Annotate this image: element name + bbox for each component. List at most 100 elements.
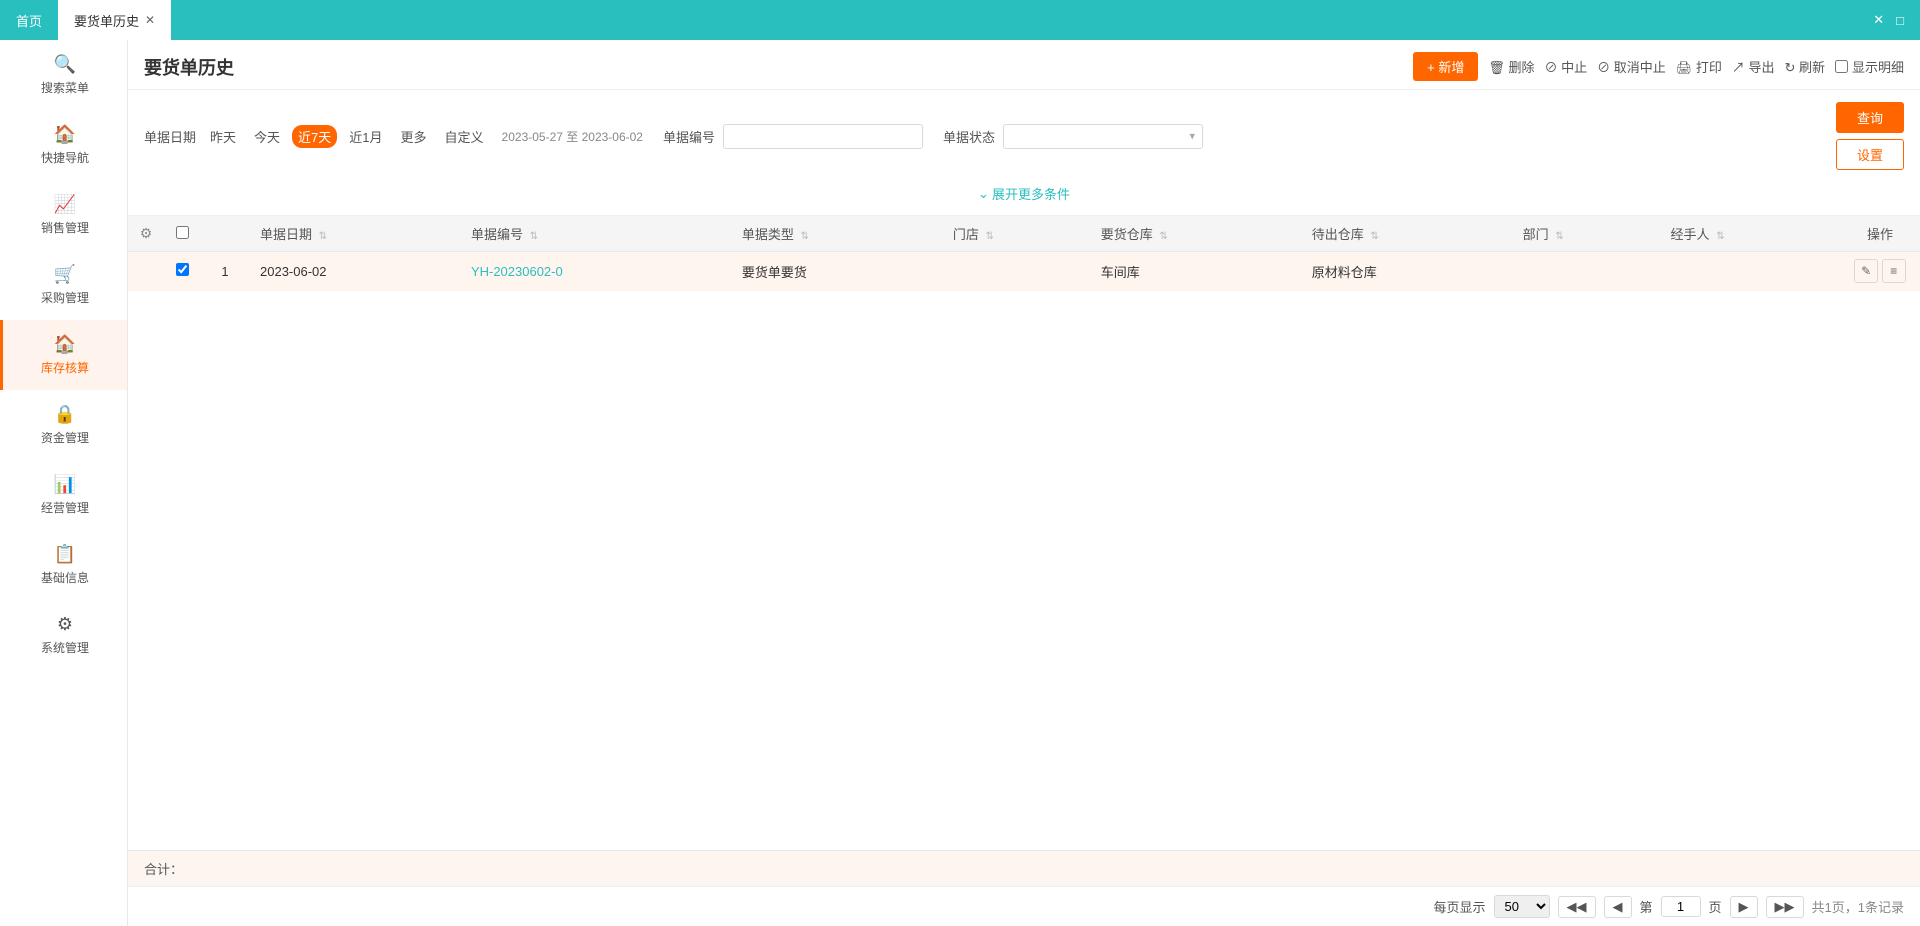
row-detail-icon[interactable]: ≡ (1882, 259, 1906, 283)
date-opt-custom[interactable]: 自定义 (439, 125, 490, 148)
row-reqwarehouse: 车间库 (1091, 252, 1302, 291)
tab-history-label: 要货单历史 (74, 11, 139, 30)
sidebar-item-basic[interactable]: 📋 基础信息 (0, 530, 127, 600)
row-handler (1661, 252, 1840, 291)
row-settings-cell (128, 252, 164, 291)
cancel-stop-button[interactable]: ⊘ 取消中止 (1597, 57, 1666, 76)
home-icon: 🏠 (54, 124, 76, 145)
show-detail-toggle[interactable]: 显示明细 (1835, 57, 1904, 76)
row-checkbox[interactable] (176, 263, 189, 276)
filter-row: 单据日期 昨天 今天 近7天 近1月 更多 自定义 2023-05-27 至 2… (144, 102, 1904, 170)
th-checkbox (164, 216, 200, 252)
date-filter-group: 单据日期 昨天 今天 近7天 近1月 更多 自定义 2023-05-27 至 2… (144, 125, 643, 148)
content-area: 要货单历史 + 新增 🗑 删除 ⊘ 中止 ⊘ 取消中止 🖨 打印 ↗ 导出 ↻ … (128, 40, 1920, 926)
basic-icon: 📋 (54, 544, 76, 565)
select-all-checkbox[interactable] (176, 226, 189, 239)
row-docno: YH-20230602-0 (461, 252, 732, 291)
date-filter-label: 单据日期 (144, 127, 196, 146)
window-maximize-icon[interactable]: □ (1896, 13, 1904, 28)
sort-handler-icon[interactable]: ⇅ (1716, 231, 1724, 242)
sort-pendingwarehouse-icon[interactable]: ⇅ (1370, 231, 1378, 242)
settings-button[interactable]: 设置 (1836, 139, 1904, 170)
status-select-wrapper (1003, 124, 1203, 149)
sort-docno-icon[interactable]: ⇅ (530, 231, 538, 242)
per-page-select[interactable]: 50 20 100 (1494, 895, 1550, 918)
toolbar: + 新增 🗑 删除 ⊘ 中止 ⊘ 取消中止 🖨 打印 ↗ 导出 ↻ 刷新 显示明… (1413, 52, 1904, 81)
sidebar-item-basic-label: 基础信息 (41, 569, 89, 586)
sidebar-item-purchase-label: 采购管理 (41, 289, 89, 306)
close-tab-icon[interactable]: ✕ (145, 13, 155, 27)
docno-input[interactable] (723, 124, 923, 149)
last-page-button[interactable]: ▶▶ (1766, 896, 1804, 918)
row-type: 要货单要货 (732, 252, 943, 291)
stop-button[interactable]: ⊘ 中止 (1544, 57, 1587, 76)
table-header-row: ⚙ 单据日期 ⇅ 单据编号 ⇅ (128, 216, 1920, 252)
filter-buttons: 查询 设置 (1836, 102, 1904, 170)
sidebar-item-search[interactable]: 🔍 搜索菜单 (0, 40, 127, 110)
first-page-button[interactable]: ◀◀ (1558, 896, 1596, 918)
sidebar-item-inventory[interactable]: 🏠 库存核算 (0, 320, 127, 390)
sidebar-item-operation[interactable]: 📊 经营管理 (0, 460, 127, 530)
print-button[interactable]: 🖨 打印 (1676, 57, 1722, 76)
th-type: 单据类型 ⇅ (732, 216, 943, 252)
expand-more-button[interactable]: ⌄ 展开更多条件 (978, 184, 1070, 203)
date-opt-more[interactable]: 更多 (395, 125, 433, 148)
date-opt-month1[interactable]: 近1月 (343, 125, 388, 148)
sidebar-item-system[interactable]: ⚙ 系统管理 (0, 600, 127, 670)
sidebar-item-sales-label: 销售管理 (41, 219, 89, 236)
expand-more-icon: ⌄ (978, 186, 989, 202)
date-opt-week7[interactable]: 近7天 (292, 125, 337, 148)
sort-reqwarehouse-icon[interactable]: ⇅ (1159, 231, 1167, 242)
tab-bar: 首页 要货单历史 ✕ (0, 0, 171, 40)
expand-more-label: 展开更多条件 (992, 184, 1070, 203)
row-edit-icon[interactable]: ✎ (1854, 259, 1878, 283)
sidebar-item-quicknav[interactable]: 🏠 快捷导航 (0, 110, 127, 180)
show-detail-checkbox[interactable] (1835, 60, 1848, 73)
sidebar-item-search-label: 搜索菜单 (41, 79, 89, 96)
sidebar-item-quicknav-label: 快捷导航 (41, 149, 89, 166)
tab-home-label: 首页 (16, 11, 42, 30)
row-docno-link[interactable]: YH-20230602-0 (471, 264, 563, 279)
data-table: ⚙ 单据日期 ⇅ 单据编号 ⇅ (128, 216, 1920, 291)
sidebar-item-purchase[interactable]: 🛒 采购管理 (0, 250, 127, 320)
tab-home[interactable]: 首页 (0, 0, 58, 40)
purchase-icon: 🛒 (54, 264, 76, 285)
table-row[interactable]: 1 2023-06-02 YH-20230602-0 要货单要货 车间库 原材料… (128, 252, 1920, 291)
th-date: 单据日期 ⇅ (250, 216, 461, 252)
sidebar-item-finance[interactable]: 🔒 资金管理 (0, 390, 127, 460)
docno-filter-label: 单据编号 (663, 127, 715, 146)
sort-store-icon[interactable]: ⇅ (985, 231, 993, 242)
date-options: 昨天 今天 近7天 近1月 更多 自定义 (204, 125, 490, 148)
sidebar: 🔍 搜索菜单 🏠 快捷导航 📈 销售管理 🛒 采购管理 🏠 库存核算 🔒 资金管… (0, 40, 128, 926)
inventory-icon: 🏠 (54, 334, 76, 355)
operation-icon: 📊 (54, 474, 76, 495)
new-button[interactable]: + 新增 (1413, 52, 1478, 81)
date-opt-yesterday[interactable]: 昨天 (204, 125, 242, 148)
tab-history[interactable]: 要货单历史 ✕ (58, 0, 171, 40)
sort-date-icon[interactable]: ⇅ (319, 231, 327, 242)
delete-button[interactable]: 🗑 删除 (1488, 57, 1534, 76)
sidebar-item-finance-label: 资金管理 (41, 429, 89, 446)
prev-page-button[interactable]: ◀ (1604, 896, 1632, 918)
th-action: 操作 (1840, 216, 1920, 252)
next-page-button[interactable]: ▶ (1730, 896, 1758, 918)
window-close-icon[interactable]: ✕ (1873, 12, 1884, 28)
sidebar-item-sales[interactable]: 📈 销售管理 (0, 180, 127, 250)
row-checkbox-cell (164, 252, 200, 291)
sort-type-icon[interactable]: ⇅ (801, 231, 809, 242)
export-button[interactable]: ↗ 导出 (1732, 57, 1775, 76)
system-icon: ⚙ (57, 614, 73, 635)
column-settings-button[interactable]: ⚙ (140, 225, 153, 242)
th-docno: 单据编号 ⇅ (461, 216, 732, 252)
row-no: 1 (200, 252, 250, 291)
date-opt-today[interactable]: 今天 (248, 125, 286, 148)
refresh-button[interactable]: ↻ 刷新 (1784, 57, 1825, 76)
status-select[interactable] (1003, 124, 1203, 149)
page-number-input[interactable] (1661, 896, 1701, 917)
th-pendingwarehouse: 待出仓库 ⇅ (1302, 216, 1513, 252)
status-filter-label: 单据状态 (943, 127, 995, 146)
finance-icon: 🔒 (54, 404, 76, 425)
query-button[interactable]: 查询 (1836, 102, 1904, 133)
th-store: 门店 ⇅ (943, 216, 1091, 252)
sort-dept-icon[interactable]: ⇅ (1555, 231, 1563, 242)
